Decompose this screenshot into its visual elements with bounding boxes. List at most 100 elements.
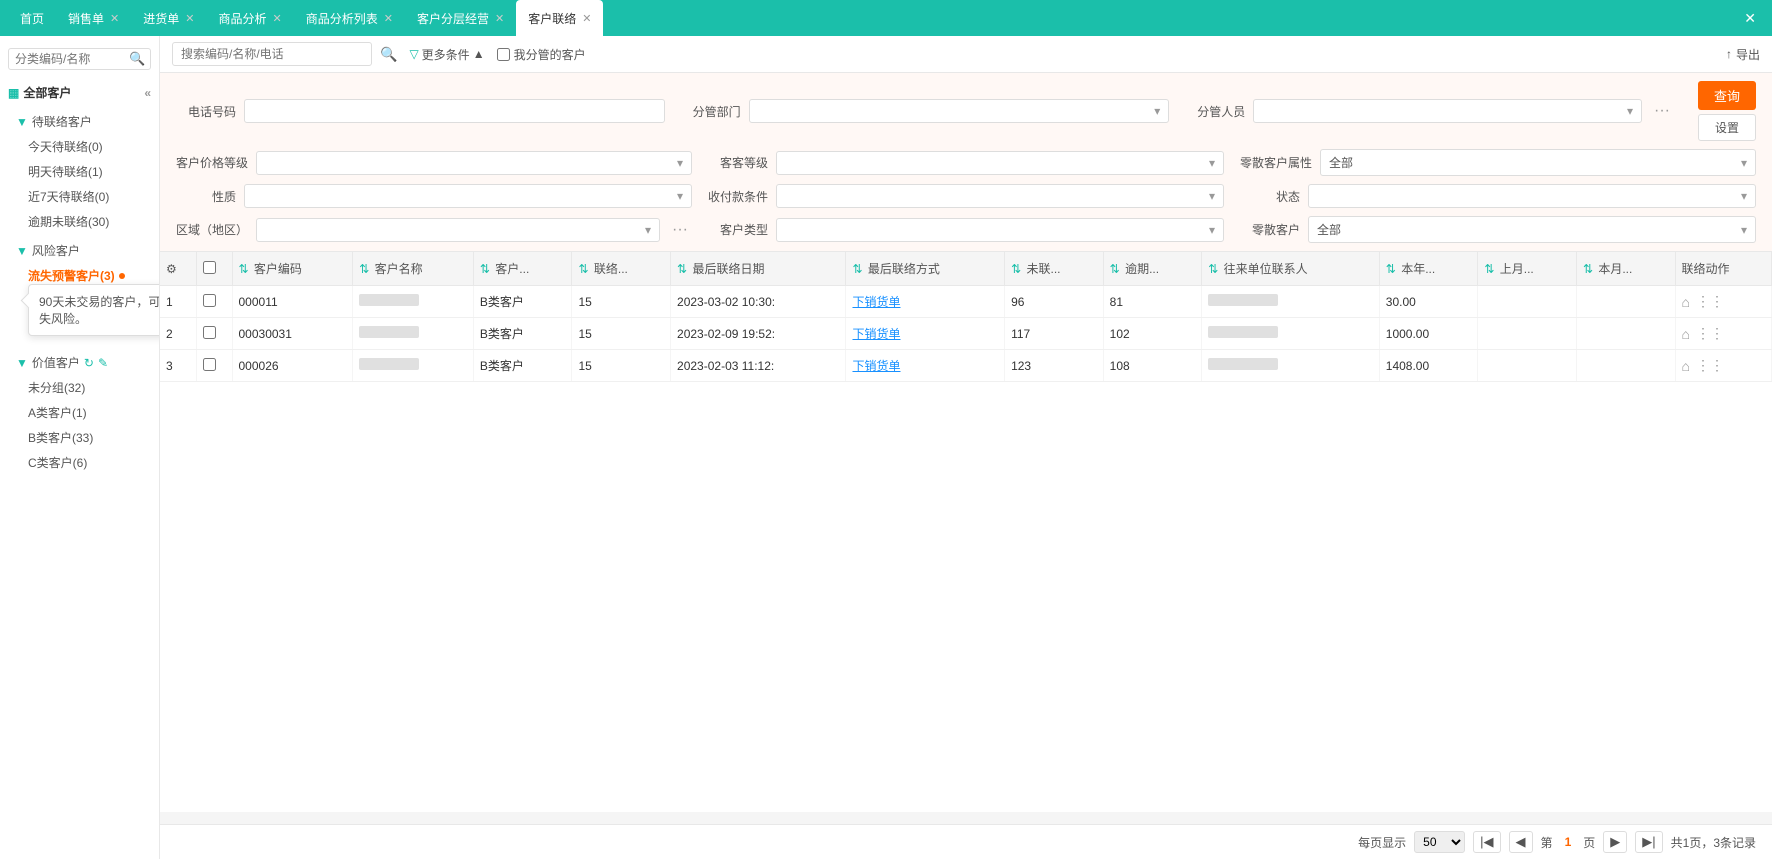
sidebar-overdue-contact[interactable]: 逾期未联络(30) — [0, 209, 159, 234]
customer-table: ⚙ ⇅ 客户编码 ⇅ 客户名称 — [160, 252, 1772, 382]
filter-status-select[interactable]: ▾ — [1308, 184, 1756, 208]
action-more-icon[interactable]: ⋮⋮ — [1696, 325, 1724, 342]
filter-zero-attr-select[interactable]: 全部 ▾ — [1320, 149, 1756, 176]
cell-overdue: 81 — [1103, 286, 1202, 318]
horizontal-scrollbar[interactable] — [160, 812, 1772, 824]
cell-last-type[interactable]: 下销货单 — [846, 350, 1005, 382]
sidebar-tomorrow-contact[interactable]: 明天待联络(1) — [0, 159, 159, 184]
chevron-down-icon: ▾ — [1154, 104, 1160, 118]
risk-customers-title[interactable]: ▼ 风险客户 — [0, 238, 159, 263]
my-customers-checkbox-label[interactable]: 我分管的客户 — [497, 46, 586, 63]
close-purchase-tab[interactable]: ✕ — [185, 12, 194, 25]
person-more-button[interactable]: ··· — [1650, 102, 1674, 120]
close-product-analysis-tab[interactable]: ✕ — [273, 12, 282, 25]
filter-search-button[interactable]: 🔍 — [380, 46, 397, 63]
sidebar-class-b[interactable]: B类客户(33) — [0, 425, 159, 450]
col-overdue-header: ⇅ 逾期... — [1103, 252, 1202, 286]
filter-search-input[interactable] — [172, 42, 372, 66]
value-customers-title[interactable]: ▼ 价值客户 ↻ ✎ — [0, 350, 159, 375]
cell-action: ⌂ ⋮⋮ — [1675, 350, 1771, 382]
action-more-icon[interactable]: ⋮⋮ — [1696, 293, 1724, 310]
contact-type-link[interactable]: 下销货单 — [852, 327, 900, 341]
tab-product-analysis[interactable]: 商品分析 ✕ — [206, 0, 293, 36]
refresh-icon[interactable]: ↻ — [84, 356, 94, 370]
tab-bar-right: ✕ — [1736, 10, 1764, 27]
cell-last-type[interactable]: 下销货单 — [846, 318, 1005, 350]
my-customers-checkbox[interactable] — [497, 48, 510, 61]
filter-customer-tier-select[interactable]: ▾ — [776, 151, 1224, 175]
col-checkbox-header[interactable] — [196, 252, 232, 286]
export-button[interactable]: ↑ 导出 — [1726, 46, 1760, 63]
action-more-icon[interactable]: ⋮⋮ — [1696, 357, 1724, 374]
all-customers-header[interactable]: ▦ 全部客户 « — [0, 78, 159, 107]
tab-purchase[interactable]: 进货单 ✕ — [131, 0, 206, 36]
more-conditions-button[interactable]: ▽ 更多条件 ▲ — [409, 46, 484, 63]
cell-tier: B类客户 — [473, 318, 572, 350]
filter-row-2: 客户价格等级 ▾ 客客等级 ▾ 零散客户属性 全部 — [176, 149, 1756, 176]
action-contact-icon[interactable]: ⌂ — [1682, 326, 1690, 342]
filter-phone-field: 电话号码 — [176, 99, 665, 123]
edit-icon[interactable]: ✎ — [98, 356, 108, 370]
filter-nature-select[interactable]: ▾ — [244, 184, 692, 208]
cell-code: 000011 — [232, 286, 353, 318]
filter-region-select[interactable]: ▾ — [256, 218, 660, 242]
sidebar-ungrouped[interactable]: 未分组(32) — [0, 375, 159, 400]
region-more-button[interactable]: ··· — [668, 221, 692, 239]
prev-page-button[interactable]: ◀ — [1509, 831, 1533, 853]
sidebar-class-c[interactable]: C类客户(6) — [0, 450, 159, 475]
select-all-checkbox[interactable] — [203, 261, 216, 274]
filter-customer-type-select[interactable]: ▾ — [776, 218, 1224, 242]
close-customer-tier-tab[interactable]: ✕ — [495, 12, 504, 25]
close-sales-tab[interactable]: ✕ — [110, 12, 119, 25]
cell-checkbox[interactable] — [196, 286, 232, 318]
action-contact-icon[interactable]: ⌂ — [1682, 358, 1690, 374]
tab-sales[interactable]: 销售单 ✕ — [56, 0, 131, 36]
filter-person-select[interactable]: ▾ — [1253, 99, 1642, 123]
cell-uncontacted: 123 — [1005, 350, 1104, 382]
page-label: 第 — [1541, 834, 1553, 851]
sidebar-today-contact[interactable]: 今天待联络(0) — [0, 134, 159, 159]
sidebar-class-a[interactable]: A类客户(1) — [0, 400, 159, 425]
query-button[interactable]: 查询 — [1698, 81, 1756, 110]
first-page-button[interactable]: |◀ — [1473, 831, 1500, 853]
contact-type-link[interactable]: 下销货单 — [852, 359, 900, 373]
filter-phone-input[interactable] — [244, 99, 665, 123]
cell-checkbox[interactable] — [196, 350, 232, 382]
last-page-button[interactable]: ▶| — [1635, 831, 1662, 853]
cell-last-type[interactable]: 下销货单 — [846, 286, 1005, 318]
filter-payment-select[interactable]: ▾ — [776, 184, 1224, 208]
cell-this-month — [1576, 318, 1675, 350]
row-checkbox[interactable] — [203, 294, 216, 307]
tab-product-analysis-list[interactable]: 商品分析列表 ✕ — [294, 0, 405, 36]
cell-name — [353, 318, 474, 350]
tab-customer-contact[interactable]: 客户联络 ✕ — [516, 0, 603, 36]
action-contact-icon[interactable]: ⌂ — [1682, 294, 1690, 310]
cell-checkbox[interactable] — [196, 318, 232, 350]
filter-price-tier-select[interactable]: ▾ — [256, 151, 692, 175]
filter-bar: 🔍 ▽ 更多条件 ▲ 我分管的客户 ↑ 导出 — [160, 36, 1772, 73]
filter-customer-tier-field: 客客等级 ▾ — [708, 151, 1224, 175]
settings-button[interactable]: 设置 — [1698, 114, 1756, 141]
filter-dept-select[interactable]: ▾ — [749, 99, 1170, 123]
column-settings-icon[interactable]: ⚙ — [166, 262, 177, 276]
row-checkbox[interactable] — [203, 326, 216, 339]
close-customer-contact-tab[interactable]: ✕ — [582, 12, 591, 25]
pending-contact-title[interactable]: ▼ 待联络客户 — [0, 109, 159, 134]
sidebar-7day-contact[interactable]: 近7天待联络(0) — [0, 184, 159, 209]
filter-zero-customer-select[interactable]: 全部 ▾ — [1308, 216, 1756, 243]
triangle-down-icon-2: ▼ — [16, 244, 28, 258]
col-contact-header: ⇅ 联络... — [572, 252, 671, 286]
row-checkbox[interactable] — [203, 358, 216, 371]
tab-customer-tier[interactable]: 客户分层经营 ✕ — [405, 0, 516, 36]
sidebar-search-area: 🔍 — [0, 44, 159, 74]
contact-type-link[interactable]: 下销货单 — [852, 295, 900, 309]
close-product-list-tab[interactable]: ✕ — [384, 12, 393, 25]
next-page-button[interactable]: ▶ — [1603, 831, 1627, 853]
cell-name — [353, 286, 474, 318]
per-page-select[interactable]: 50 100 200 — [1414, 831, 1465, 853]
filter-payment-field: 收付款条件 ▾ — [708, 184, 1224, 208]
cell-this-year: 1000.00 — [1379, 318, 1478, 350]
sort-icon: ⇅ — [239, 262, 249, 276]
tab-home[interactable]: 首页 — [8, 0, 56, 36]
close-all-tabs[interactable]: ✕ — [1736, 6, 1764, 30]
